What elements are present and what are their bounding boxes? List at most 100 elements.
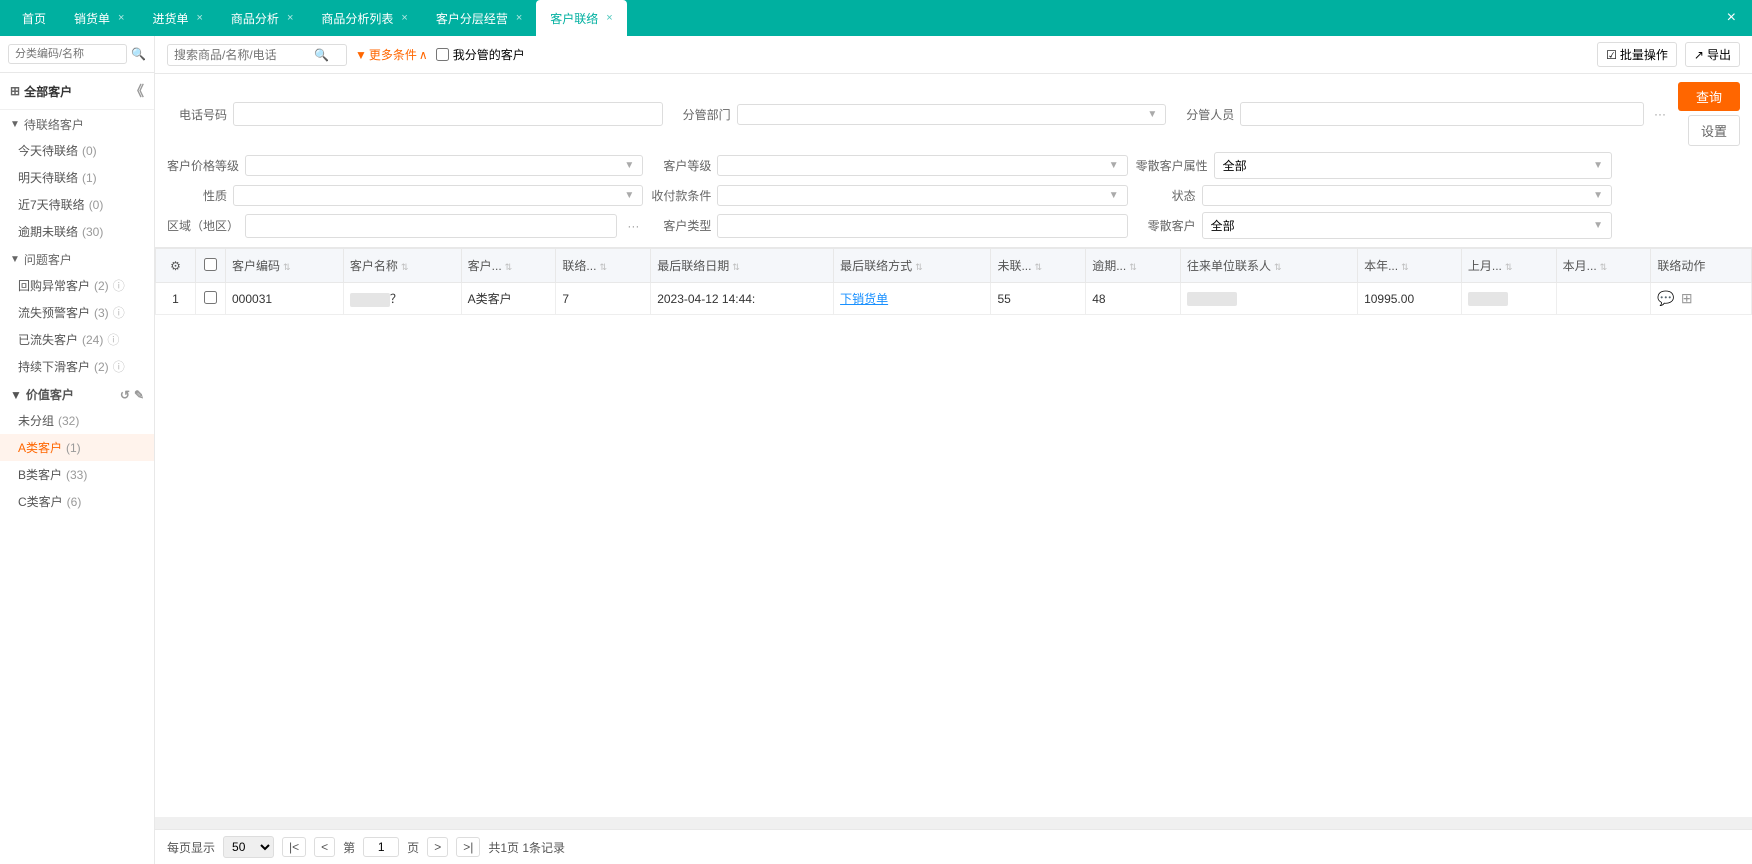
close-customer-contact-icon[interactable]: × [606, 12, 612, 24]
close-purchase-order-icon[interactable]: × [196, 12, 202, 24]
sidebar-search-input[interactable] [8, 44, 127, 64]
close-customer-segment-icon[interactable]: × [516, 12, 522, 24]
last-page-button[interactable]: >| [456, 837, 480, 857]
last-contact-method-link[interactable]: 下销货单 [840, 292, 888, 306]
payment-label: 收付款条件 [651, 187, 711, 204]
price-level-select[interactable]: ▼ [245, 155, 643, 176]
sidebar-item-b-class[interactable]: B类客户(33) [0, 461, 154, 488]
nav-product-analysis[interactable]: 商品分析 × [217, 0, 307, 36]
nav-home[interactable]: 首页 [8, 0, 60, 36]
sidebar-item-7days-pending[interactable]: 近7天待联络(0) [0, 191, 154, 218]
horizontal-scrollbar[interactable] [155, 817, 1752, 829]
first-page-button[interactable]: |< [282, 837, 306, 857]
dept-select[interactable]: ▼ [737, 104, 1167, 125]
code-sort-icon: ⇅ [283, 262, 291, 272]
filter-retail-attr: 零散客户属性 全部 ▼ [1136, 152, 1612, 179]
filter-price-level: 客户价格等级 ▼ [167, 155, 643, 176]
td-num: 1 [156, 283, 196, 315]
type-sort-icon: ⇅ [505, 262, 513, 272]
row-checkbox[interactable] [204, 291, 217, 304]
filter-more-btn[interactable]: ▼ 更多条件 ∧ [355, 46, 428, 63]
sidebar-item-declining[interactable]: 持续下滑客户(2) ⓘ [0, 353, 154, 380]
td-last-contact-method: 下销货单 [834, 283, 991, 315]
close-all-tabs-button[interactable]: × [1719, 9, 1744, 27]
sidebar-item-today-pending[interactable]: 今天待联络(0) [0, 137, 154, 164]
nav-customer-segment[interactable]: 客户分层经营 × [422, 0, 536, 36]
customer-name-blurred [350, 293, 390, 307]
phone-input[interactable] [233, 102, 663, 126]
close-product-analysis-list-icon[interactable]: × [401, 12, 407, 24]
sidebar-section-value: ▼ 价值客户 ↺ ✎ [0, 380, 154, 407]
next-page-button[interactable]: > [427, 837, 448, 857]
retail-customer-select[interactable]: 全部 ▼ [1202, 212, 1612, 239]
sidebar-item-churned[interactable]: 已流失客户(24) ⓘ [0, 326, 154, 353]
customer-type-input[interactable] [717, 214, 1127, 238]
chat-icon[interactable]: 💬 [1657, 290, 1674, 307]
page-size-select[interactable]: 50 100 200 [223, 836, 274, 858]
th-name: 客户名称⇅ [343, 249, 461, 283]
batch-operation-button[interactable]: ☑ 批量操作 [1597, 42, 1677, 67]
th-check [196, 249, 226, 283]
sidebar-item-repurchase-abnormal[interactable]: 回购异常客户(2) ⓘ [0, 272, 154, 299]
scrollbar-inner [155, 817, 1055, 829]
th-contact-count: 联络...⇅ [556, 249, 651, 283]
my-customers-checkbox[interactable] [436, 48, 449, 61]
contact-sort-icon: ⇅ [599, 262, 607, 272]
select-all-checkbox[interactable] [204, 258, 217, 271]
nav-customer-contact[interactable]: 客户联络 × [536, 0, 626, 36]
filter-icon: ▼ [355, 48, 367, 62]
date-sort-icon: ⇅ [732, 262, 740, 272]
status-select[interactable]: ▼ [1202, 185, 1612, 206]
sidebar-all-customers[interactable]: ⊞ 全部客户 《 [0, 73, 154, 110]
nature-chevron: ▼ [624, 190, 634, 201]
table-row: 1 000031 ？ A类客户 7 2023-04-12 14:44: 下销货单 [156, 283, 1752, 315]
close-product-analysis-icon[interactable]: × [287, 12, 293, 24]
sidebar-collapse-button[interactable]: 《 [130, 81, 144, 101]
person-input[interactable] [1240, 102, 1644, 126]
td-code: 000031 [226, 283, 344, 315]
company-sort-icon: ⇅ [1274, 262, 1282, 272]
sidebar-search-icon[interactable]: 🔍 [131, 47, 146, 61]
td-last-month [1461, 283, 1556, 315]
value-refresh-icon[interactable]: ↺ [120, 388, 130, 402]
person-more-button[interactable]: ··· [1650, 103, 1670, 125]
sidebar-item-overdue-pending[interactable]: 逾期未联络(30) [0, 218, 154, 245]
page-size-label: 每页显示 [167, 839, 215, 856]
info-icon-repurchase: ⓘ [113, 277, 125, 294]
close-sales-order-icon[interactable]: × [118, 12, 124, 24]
sidebar-item-c-class[interactable]: C类客户(6) [0, 488, 154, 515]
retail-customer-chevron: ▼ [1593, 220, 1603, 231]
sidebar-item-a-class[interactable]: A类客户(1) [0, 434, 154, 461]
company-contact-blurred [1187, 292, 1237, 306]
export-icon: ↗ [1694, 48, 1704, 62]
qrcode-icon[interactable]: ⊞ [1681, 290, 1693, 307]
query-btn-col: 查询 设置 [1678, 82, 1740, 146]
my-customers-checkbox-wrap[interactable]: 我分管的客户 [436, 46, 525, 63]
region-more-button[interactable]: ··· [623, 215, 643, 237]
prev-page-button[interactable]: < [314, 837, 335, 857]
setting-button[interactable]: 设置 [1688, 115, 1740, 146]
phone-label: 电话号码 [167, 106, 227, 123]
filter-search-icon[interactable]: 🔍 [314, 48, 329, 62]
nav-sales-order[interactable]: 销货单 × [60, 0, 138, 36]
region-label: 区域（地区） [167, 217, 239, 234]
nav-product-analysis-list[interactable]: 商品分析列表 × [307, 0, 421, 36]
export-button[interactable]: ↗ 导出 [1685, 42, 1740, 67]
th-overdue: 逾期...⇅ [1086, 249, 1181, 283]
sidebar-item-ungrouped[interactable]: 未分组(32) [0, 407, 154, 434]
payment-select[interactable]: ▼ [717, 185, 1127, 206]
retail-attr-select[interactable]: 全部 ▼ [1214, 152, 1612, 179]
nav-purchase-order[interactable]: 进货单 × [138, 0, 216, 36]
sidebar-item-churn-warning[interactable]: 流失预警客户(3) ⓘ [0, 299, 154, 326]
page-number-input[interactable] [363, 837, 399, 857]
gear-icon[interactable]: ⚙ [170, 259, 181, 273]
value-edit-icon[interactable]: ✎ [134, 388, 144, 402]
nature-select[interactable]: ▼ [233, 185, 643, 206]
td-actions: 💬 ⊞ [1651, 283, 1752, 315]
sidebar-item-tomorrow-pending[interactable]: 明天待联络(1) [0, 164, 154, 191]
customer-level-select[interactable]: ▼ [717, 155, 1127, 176]
region-input[interactable] [245, 214, 617, 238]
filter-search-input[interactable] [174, 48, 314, 62]
query-button[interactable]: 查询 [1678, 82, 1740, 111]
info-icon-declining: ⓘ [113, 358, 125, 375]
